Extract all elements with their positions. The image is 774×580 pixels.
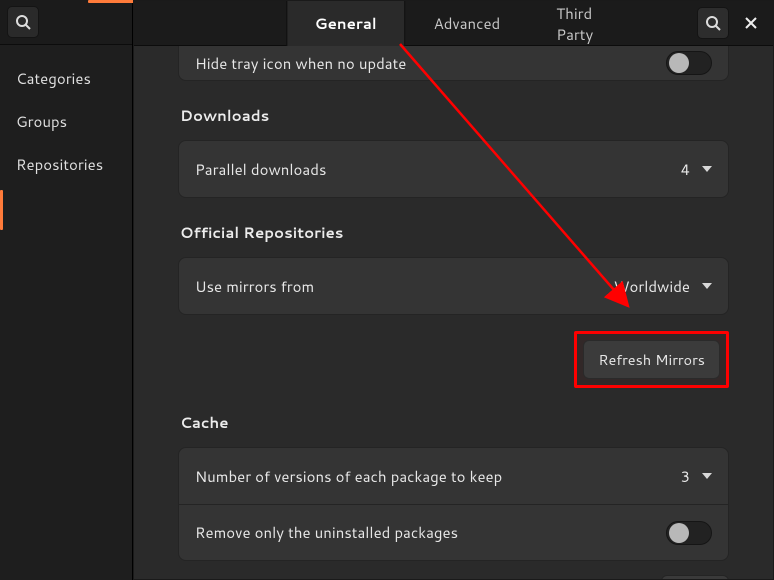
row-use-mirrors-from[interactable]: Use mirrors from Worldwide — [179, 258, 728, 314]
tab-general[interactable]: General — [286, 1, 406, 46]
tab-advanced[interactable]: Advanced — [406, 1, 529, 46]
toggle-knob — [669, 523, 689, 543]
downloads-card: Parallel downloads 4 — [178, 140, 729, 198]
versions-label: Number of versions of each package to ke… — [195, 466, 502, 487]
mirrors-dropdown[interactable]: Worldwide — [614, 276, 712, 297]
section-title-downloads: Downloads — [180, 105, 729, 126]
cache-footer: To delete: 0 files (0 bytes) Clean — [178, 575, 729, 579]
background-headerbar — [0, 0, 132, 45]
search-icon — [705, 15, 721, 31]
dialog-search-button[interactable] — [697, 7, 729, 39]
accent-stripe-side — [0, 190, 3, 230]
remove-uninstalled-toggle[interactable] — [666, 521, 712, 545]
versions-dropdown[interactable]: 3 — [680, 466, 712, 487]
hide-tray-toggle[interactable] — [666, 51, 712, 75]
remove-uninstalled-label: Remove only the uninstalled packages — [195, 522, 458, 543]
use-mirrors-label: Use mirrors from — [195, 276, 314, 297]
refresh-mirrors-button[interactable]: Refresh Mirrors — [583, 340, 720, 379]
parallel-downloads-label: Parallel downloads — [195, 159, 326, 180]
row-remove-uninstalled: Remove only the uninstalled packages — [179, 504, 728, 560]
bg-nav-groups[interactable]: Groups — [14, 100, 122, 143]
background-sidebar: Categories Groups Repositories — [0, 0, 133, 580]
parallel-downloads-dropdown[interactable]: 4 — [680, 159, 712, 180]
bg-search-button[interactable] — [7, 6, 39, 38]
section-title-cache: Cache — [180, 412, 729, 433]
official-repos-card: Use mirrors from Worldwide — [178, 257, 729, 315]
tab-third-party[interactable]: Third Party — [528, 1, 621, 46]
row-parallel-downloads[interactable]: Parallel downloads 4 — [179, 141, 728, 197]
clean-button[interactable]: Clean — [661, 575, 729, 579]
dialog-close-button[interactable] — [735, 7, 767, 39]
annotation-highlight-box: Refresh Mirrors — [574, 331, 729, 388]
chevron-down-icon — [702, 473, 712, 479]
versions-value: 3 — [680, 466, 690, 487]
accent-stripe-top — [88, 0, 136, 3]
row-versions-to-keep[interactable]: Number of versions of each package to ke… — [179, 448, 728, 504]
chevron-down-icon — [702, 283, 712, 289]
toggle-knob — [669, 53, 689, 73]
section-title-official-repositories: Official Repositories — [180, 222, 729, 243]
tray-card: Hide tray icon when no update — [178, 46, 729, 81]
refresh-mirrors-wrap: Refresh Mirrors — [178, 331, 729, 388]
bg-nav-categories[interactable]: Categories — [14, 57, 122, 100]
tab-bar: General Advanced Third Party — [286, 1, 621, 46]
dialog-headerbar: General Advanced Third Party — [134, 1, 773, 46]
mirrors-value: Worldwide — [614, 276, 690, 297]
hide-tray-label: Hide tray icon when no update — [195, 53, 406, 74]
dialog-body[interactable]: Hide tray icon when no update Downloads … — [134, 46, 773, 579]
parallel-downloads-value: 4 — [680, 159, 690, 180]
bg-nav-repositories[interactable]: Repositories — [14, 143, 122, 186]
cache-card: Number of versions of each package to ke… — [178, 447, 729, 561]
row-hide-tray-icon: Hide tray icon when no update — [179, 46, 728, 80]
chevron-down-icon — [702, 166, 712, 172]
search-icon — [15, 14, 31, 30]
bg-nav-list: Categories Groups Repositories — [0, 45, 132, 186]
preferences-dialog: General Advanced Third Party Hide tray i… — [133, 0, 774, 580]
close-icon — [744, 16, 758, 30]
